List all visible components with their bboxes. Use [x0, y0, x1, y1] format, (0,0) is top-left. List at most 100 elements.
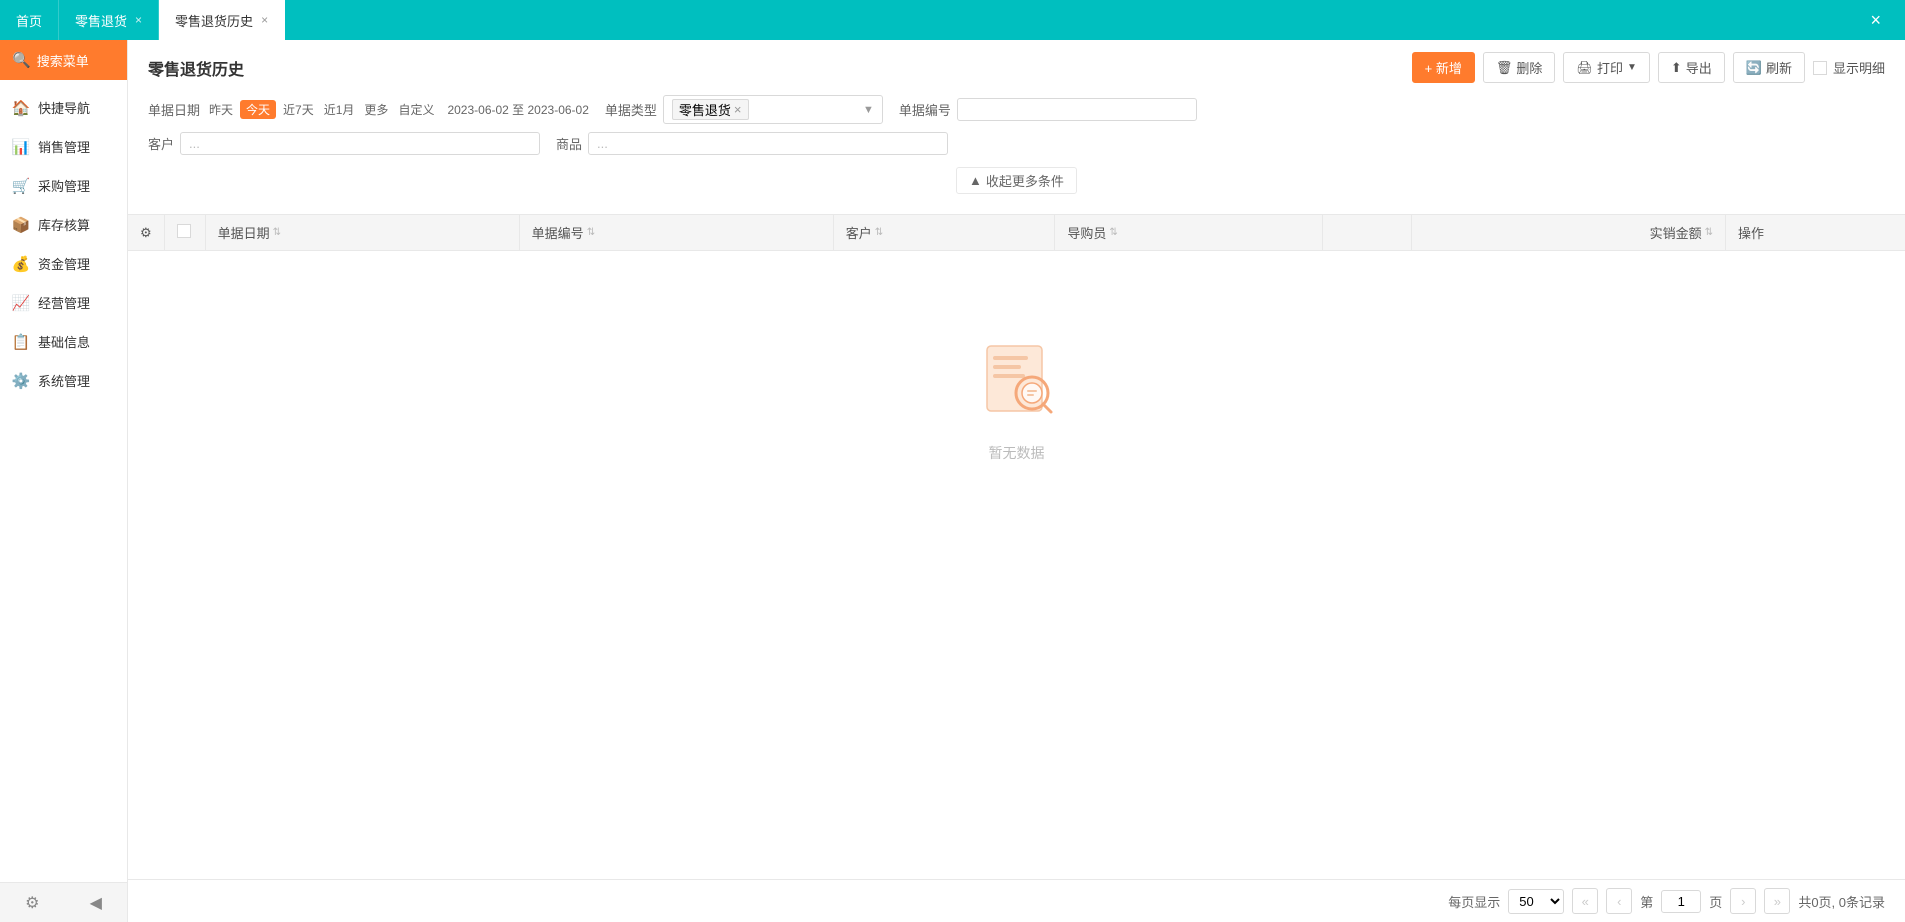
page-unit: 页 — [1709, 892, 1722, 911]
th-doc-date[interactable]: 单据日期 ⇅ — [205, 215, 519, 251]
page-next-button[interactable]: › — [1730, 888, 1756, 914]
sidebar: 🔍 搜索菜单 🏠 快捷导航 📊 销售管理 🛒 采购管理 📦 库存核算 💰 — [0, 40, 128, 922]
tab-list: 首页 零售退货 × 零售退货历史 × — [0, 0, 1846, 40]
page-prev-button[interactable]: ‹ — [1606, 888, 1632, 914]
sidebar-item-sales[interactable]: 📊 销售管理 — [0, 127, 127, 166]
sort-customer-icon: ⇅ — [875, 227, 883, 238]
tab-retail-return-label: 零售退货 — [75, 11, 127, 30]
sidebar-item-finance[interactable]: 💰 资金管理 — [0, 244, 127, 283]
collapse-sidebar-button[interactable]: ◀ — [90, 893, 102, 913]
goods-label: 商品 — [556, 134, 582, 153]
date-shortcut-custom[interactable]: 自定义 — [395, 100, 437, 119]
data-table: ⚙ 单据日期 ⇅ — [128, 215, 1905, 543]
th-settings[interactable]: ⚙ — [128, 215, 164, 251]
sidebar-item-basic-info-label: 基础信息 — [38, 332, 90, 351]
filter-row-2: 客户 ... 商品 ... — [148, 132, 1885, 155]
page-first-button[interactable]: « — [1572, 888, 1598, 914]
date-shortcut-more[interactable]: 更多 — [361, 100, 391, 119]
th-spacer — [1323, 215, 1412, 251]
sidebar-item-basic-info[interactable]: 📋 基础信息 — [0, 322, 127, 361]
filter-date-item: 单据日期 昨天 今天 近7天 近1月 更多 自定义 2023-06-02 至 2… — [148, 100, 589, 119]
top-bar: 首页 零售退货 × 零售退货历史 × × — [0, 0, 1905, 40]
display-detail-checkbox[interactable] — [1813, 61, 1827, 75]
th-salesperson[interactable]: 导购员 ⇅ — [1055, 215, 1323, 251]
select-all-checkbox[interactable] — [177, 224, 191, 238]
date-shortcut-1month[interactable]: 近1月 — [321, 100, 358, 119]
settings-icon: ⚙ — [140, 225, 152, 240]
page-last-button[interactable]: » — [1764, 888, 1790, 914]
doc-type-select[interactable]: 零售退货 × ▼ — [663, 95, 883, 124]
date-shortcut-today[interactable]: 今天 — [240, 100, 276, 119]
date-filter-label: 单据日期 — [148, 100, 200, 119]
pagination-bar: 每页显示 50 10 20 100 « ‹ 第 1 页 › » 共0页, 0条记… — [128, 879, 1905, 922]
th-customer[interactable]: 客户 ⇅ — [833, 215, 1055, 251]
sort-salesperson-icon: ⇅ — [1109, 227, 1117, 238]
page-size-select[interactable]: 50 10 20 100 — [1508, 889, 1564, 914]
sort-doc-date-icon: ⇅ — [273, 227, 281, 238]
filter-goods-item: 商品 ... — [556, 132, 948, 155]
sort-doc-number-icon: ⇅ — [587, 227, 595, 238]
tab-retail-return-history[interactable]: 零售退货历史 × — [159, 0, 285, 40]
sidebar-item-system[interactable]: ⚙️ 系统管理 — [0, 361, 127, 400]
sidebar-item-operations[interactable]: 📈 经营管理 — [0, 283, 127, 322]
doc-number-label: 单据编号 — [899, 100, 951, 119]
top-bar-right: × — [1846, 10, 1905, 31]
customer-placeholder: ... — [189, 136, 200, 151]
filter-doc-type-item: 单据类型 零售退货 × ▼ — [605, 95, 883, 124]
toolbar: + 新增 🗑 删除 🖨 打印 ▼ ⬆ 导出 🔄 — [1412, 52, 1885, 83]
date-shortcut-yesterday[interactable]: 昨天 — [206, 100, 236, 119]
sidebar-menu: 🏠 快捷导航 📊 销售管理 🛒 采购管理 📦 库存核算 💰 资金管理 📈 — [0, 80, 127, 882]
goods-input[interactable]: ... — [588, 132, 948, 155]
date-shortcuts: 昨天 今天 近7天 近1月 更多 自定义 — [206, 100, 437, 119]
filter-wrapper: 零售退货历史 + 新增 🗑 删除 🖨 打印 ▼ ⬆ 导出 — [128, 40, 1905, 215]
doc-number-input[interactable] — [957, 98, 1197, 121]
settings-footer-button[interactable]: ⚙ — [25, 893, 39, 913]
print-button[interactable]: 🖨 打印 ▼ — [1563, 52, 1649, 83]
sort-amount-icon: ⇅ — [1705, 227, 1713, 238]
doc-type-tag: 零售退货 × — [672, 99, 749, 120]
tab-home-label: 首页 — [16, 11, 42, 30]
export-icon: ⬆ — [1671, 60, 1682, 76]
page-header-top: 零售退货历史 + 新增 🗑 删除 🖨 打印 ▼ ⬆ 导出 — [148, 52, 1885, 83]
new-button[interactable]: + 新增 — [1412, 52, 1475, 83]
delete-button[interactable]: 🗑 删除 — [1483, 52, 1556, 83]
operations-icon: 📈 — [12, 294, 30, 312]
sidebar-footer: ⚙ ◀ — [0, 882, 127, 922]
page-title: 零售退货历史 — [148, 56, 244, 80]
tab-retail-return[interactable]: 零售退货 × — [59, 0, 159, 40]
page-number-input[interactable]: 1 — [1661, 890, 1701, 913]
home-icon: 🏠 — [12, 99, 30, 117]
filter-area: 单据日期 昨天 今天 近7天 近1月 更多 自定义 2023-06-02 至 2… — [148, 95, 1885, 214]
finance-icon: 💰 — [12, 255, 30, 273]
print-dropdown-icon: ▼ — [1627, 62, 1637, 73]
export-button[interactable]: ⬆ 导出 — [1658, 52, 1725, 83]
sidebar-item-finance-label: 资金管理 — [38, 254, 90, 273]
print-icon: 🖨 — [1576, 60, 1593, 76]
doc-type-tag-remove[interactable]: × — [734, 102, 742, 117]
sidebar-item-purchase[interactable]: 🛒 采购管理 — [0, 166, 127, 205]
th-checkbox[interactable] — [164, 215, 205, 251]
content-area: 零售退货历史 + 新增 🗑 删除 🖨 打印 ▼ ⬆ 导出 — [128, 40, 1905, 922]
collapse-filter-button[interactable]: ▲ 收起更多条件 — [956, 167, 1077, 194]
tab-retail-return-close[interactable]: × — [135, 13, 142, 27]
refresh-button[interactable]: 🔄 刷新 — [1733, 52, 1805, 83]
display-detail-button[interactable]: 显示明细 — [1813, 58, 1885, 77]
sidebar-item-inventory[interactable]: 📦 库存核算 — [0, 205, 127, 244]
close-window-button[interactable]: × — [1862, 10, 1889, 31]
sidebar-search[interactable]: 🔍 搜索菜单 — [0, 40, 127, 80]
filter-doc-number-item: 单据编号 — [899, 98, 1197, 121]
empty-state: 暂无数据 — [128, 251, 1905, 543]
empty-text: 暂无数据 — [989, 443, 1045, 463]
customer-input[interactable]: ... — [180, 132, 540, 155]
sidebar-item-quick-nav[interactable]: 🏠 快捷导航 — [0, 88, 127, 127]
goods-placeholder: ... — [597, 136, 608, 151]
sidebar-item-sales-label: 销售管理 — [38, 137, 90, 156]
basic-info-icon: 📋 — [12, 333, 30, 351]
th-amount[interactable]: 实销金额 ⇅ — [1412, 215, 1726, 251]
date-shortcut-7days[interactable]: 近7天 — [280, 100, 317, 119]
tab-home[interactable]: 首页 — [0, 0, 59, 40]
page-size-label: 每页显示 — [1448, 892, 1500, 911]
sidebar-item-system-label: 系统管理 — [38, 371, 90, 390]
th-doc-number[interactable]: 单据编号 ⇅ — [519, 215, 833, 251]
tab-retail-return-history-close[interactable]: × — [261, 13, 268, 27]
